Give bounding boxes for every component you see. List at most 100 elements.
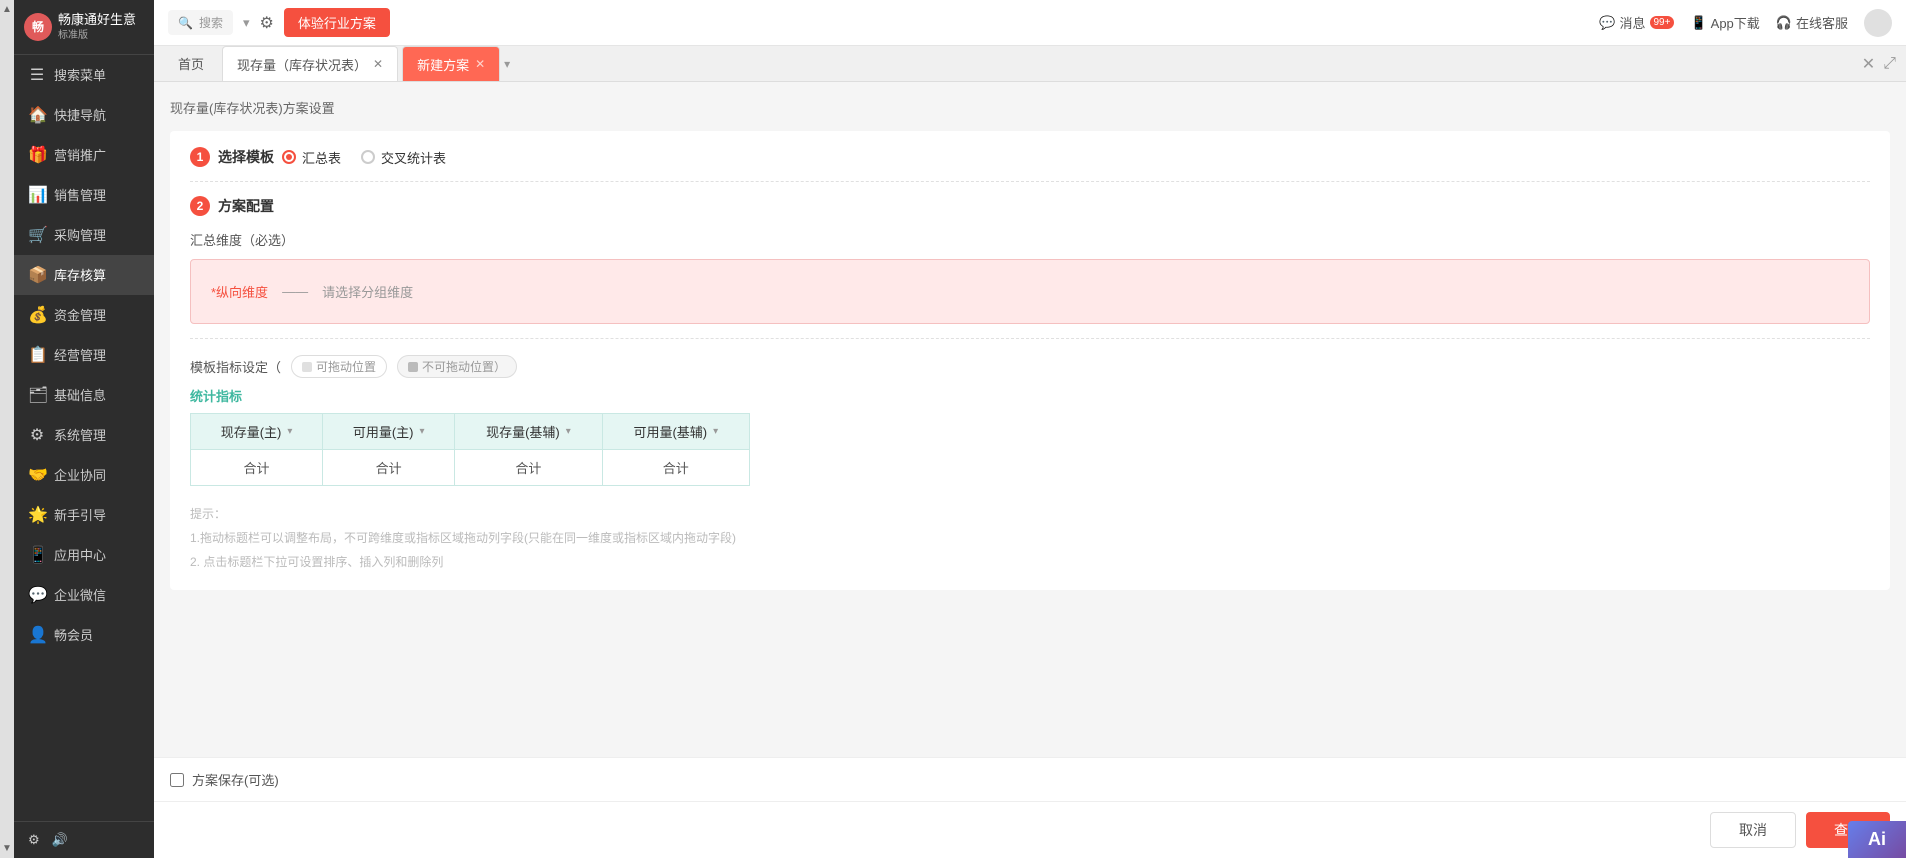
stat-col-header[interactable]: 现存量(基辅) ▾: [455, 414, 602, 450]
search-placeholder: 搜索: [199, 14, 223, 31]
sidebar-icon-marketing: 🎁: [28, 145, 46, 165]
tips-title-text: 提示：: [190, 507, 226, 521]
indicator-section: 模板指标设定（ 可拖动位置 不可拖动位置） 统计指标: [190, 355, 1870, 574]
no-drag-dot: [408, 362, 418, 372]
tab-dropdown-icon[interactable]: ▾: [504, 57, 510, 71]
stat-col-header[interactable]: 可用量(基辅) ▾: [602, 414, 749, 450]
sidebar-label-wechat: 企业微信: [54, 585, 106, 604]
dimension-box[interactable]: *纵向维度 —— 请选择分组维度: [190, 259, 1870, 324]
sidebar-icon-finance: 💰: [28, 305, 46, 325]
sidebar-nav: ☰搜索菜单🏠快捷导航🎁营销推广📊销售管理🛒采购管理📦库存核算💰资金管理📋经营管理…: [14, 55, 154, 821]
sidebar-item-app-center[interactable]: 📱应用中心: [14, 535, 154, 575]
drag-label: 可拖动位置: [316, 358, 376, 375]
sidebar-item-search[interactable]: ☰搜索菜单: [14, 55, 154, 95]
col-dropdown[interactable]: 现存量(基辅) ▾: [486, 422, 571, 441]
settings-topbar-icon[interactable]: ⚙: [260, 13, 274, 33]
col-dropdown[interactable]: 现存量(主) ▾: [221, 422, 293, 441]
drag-dot: [302, 362, 312, 372]
user-avatar[interactable]: [1864, 9, 1892, 37]
sidebar-item-marketing[interactable]: 🎁营销推广: [14, 135, 154, 175]
sidebar-icon-wechat: 💬: [28, 585, 46, 605]
col-dropdown[interactable]: 可用量(主) ▾: [353, 422, 425, 441]
settings-icon[interactable]: ⚙: [28, 832, 40, 848]
sidebar-item-system[interactable]: ⚙系统管理: [14, 415, 154, 455]
sidebar-label-newcomer: 新手引导: [54, 505, 106, 524]
sidebar-label-search: 搜索菜单: [54, 65, 106, 84]
tab-close-new-plan[interactable]: ✕: [475, 57, 485, 71]
sidebar-item-inventory[interactable]: 📦库存核算: [14, 255, 154, 295]
no-drag-label: 不可拖动位置）: [422, 358, 506, 375]
radio-summary-label: 汇总表: [302, 148, 341, 167]
col-name: 现存量(基辅): [486, 422, 560, 441]
stat-table-header-row: 现存量(主) ▾ 可用量(主) ▾ 现存量(基辅) ▾ 可用量(基辅) ▾: [191, 414, 750, 450]
sidebar-item-newcomer[interactable]: 🌟新手引导: [14, 495, 154, 535]
messages-icon[interactable]: 💬 消息 99+: [1599, 13, 1674, 32]
sidebar-label-member: 畅会员: [54, 625, 93, 644]
sidebar-item-cooperation[interactable]: 🤝 企业协同: [14, 455, 154, 495]
scroll-down-icon[interactable]: ▼: [0, 841, 14, 856]
aggregate-dim-label: 汇总维度（必选）: [190, 230, 1870, 249]
stat-col-cell: 合计: [455, 450, 602, 486]
tip-line-1: 1.拖动标题栏可以调整布局，不可跨维度或指标区域拖动列字段(只能在同一维度或指标…: [190, 526, 1870, 550]
online-service-link[interactable]: 🎧 在线客服: [1776, 13, 1848, 32]
main-area: 🔍 搜索 ▾ ⚙ 体验行业方案 💬 消息 99+ 📱 App下载 🎧 在线客服: [154, 0, 1906, 858]
expand-icon[interactable]: ⤢: [1883, 55, 1896, 73]
search-box[interactable]: 🔍 搜索: [168, 10, 233, 35]
dropdown-icon[interactable]: ▾: [243, 15, 250, 31]
tab-label-new-plan: 新建方案: [417, 55, 469, 74]
sidebar-icon-member: 👤: [28, 625, 46, 645]
sidebar-item-basic-info[interactable]: 🗂 基础信息: [14, 375, 154, 415]
topbar: 🔍 搜索 ▾ ⚙ 体验行业方案 💬 消息 99+ 📱 App下载 🎧 在线客服: [154, 0, 1906, 46]
radio-summary-dot: [282, 150, 296, 164]
tab-close-inventory-status[interactable]: ✕: [373, 57, 383, 71]
cancel-button[interactable]: 取消: [1710, 812, 1796, 848]
radio-cross-dot: [361, 150, 375, 164]
speaker-icon[interactable]: 🔊: [52, 832, 68, 848]
sidebar-item-quick-nav[interactable]: 🏠快捷导航: [14, 95, 154, 135]
ai-badge[interactable]: Ai: [1848, 821, 1906, 858]
sidebar-item-member[interactable]: 👤 畅会员: [14, 615, 154, 655]
radio-summary[interactable]: 汇总表: [282, 148, 341, 167]
sidebar-item-business[interactable]: 📋经营管理: [14, 335, 154, 375]
sidebar-item-wechat[interactable]: 💬 企业微信: [14, 575, 154, 615]
logo-sub: 标准版: [58, 29, 136, 42]
indicator-label: 模板指标设定（ 可拖动位置 不可拖动位置）: [190, 355, 1870, 378]
sidebar-label-basic-info: 基础信息: [54, 385, 106, 404]
sidebar-item-finance[interactable]: 💰资金管理: [14, 295, 154, 335]
stat-col-header[interactable]: 现存量(主) ▾: [191, 414, 323, 450]
save-checkbox[interactable]: [170, 773, 184, 787]
sidebar-item-sales[interactable]: 📊销售管理: [14, 175, 154, 215]
section1-header: 1 选择模板 汇总表 交叉统计表: [190, 147, 1870, 167]
stat-col-cell: 合计: [602, 450, 749, 486]
trial-btn[interactable]: 体验行业方案: [284, 8, 390, 37]
col-dropdown[interactable]: 可用量(基辅) ▾: [633, 422, 718, 441]
tip-line-2: 2. 点击标题栏下拉可设置排序、插入列和删除列: [190, 550, 1870, 574]
sidebar-icon-basic-info: 🗂: [28, 385, 46, 405]
sidebar-label-cooperation: 企业协同: [54, 465, 106, 484]
tab-home[interactable]: 首页: [164, 46, 218, 81]
chevron-down-icon: ▾: [566, 426, 571, 437]
tab-new-plan[interactable]: 新建方案 ✕: [402, 46, 500, 81]
sidebar-item-purchase[interactable]: 🛒采购管理: [14, 215, 154, 255]
scroll-up-icon[interactable]: ▲: [0, 2, 14, 17]
sidebar-scroll[interactable]: ▲ ▼: [0, 0, 14, 858]
divider2: [190, 338, 1870, 339]
sidebar-footer: ⚙ 🔊: [14, 821, 154, 858]
radio-cross[interactable]: 交叉统计表: [361, 148, 446, 167]
app-download-link[interactable]: 📱 App下载: [1690, 13, 1759, 32]
template-radio-group: 汇总表 交叉统计表: [282, 148, 446, 167]
close-panel-icon[interactable]: ✕: [1862, 54, 1875, 74]
sidebar: 畅 畅康通好生意 标准版 ☰搜索菜单🏠快捷导航🎁营销推广📊销售管理🛒采购管理📦库…: [14, 0, 154, 858]
sidebar-icon-purchase: 🛒: [28, 225, 46, 245]
sidebar-icon-cooperation: 🤝: [28, 465, 46, 485]
messages-label: 消息: [1619, 13, 1645, 32]
dim-placeholder: 请选择分组维度: [322, 282, 413, 301]
logo-text: 畅康通好生意 标准版: [58, 12, 136, 42]
section2-title: 方案配置: [218, 196, 274, 216]
stat-col-header[interactable]: 可用量(主) ▾: [323, 414, 455, 450]
tab-inventory-status[interactable]: 现存量（库存状况表） ✕: [222, 46, 398, 81]
tab-label-inventory-status: 现存量（库存状况表）: [237, 55, 367, 74]
stat-col-cell: 合计: [191, 450, 323, 486]
messages-badge: 99+: [1650, 16, 1675, 29]
sidebar-icon-system: ⚙: [28, 425, 46, 445]
